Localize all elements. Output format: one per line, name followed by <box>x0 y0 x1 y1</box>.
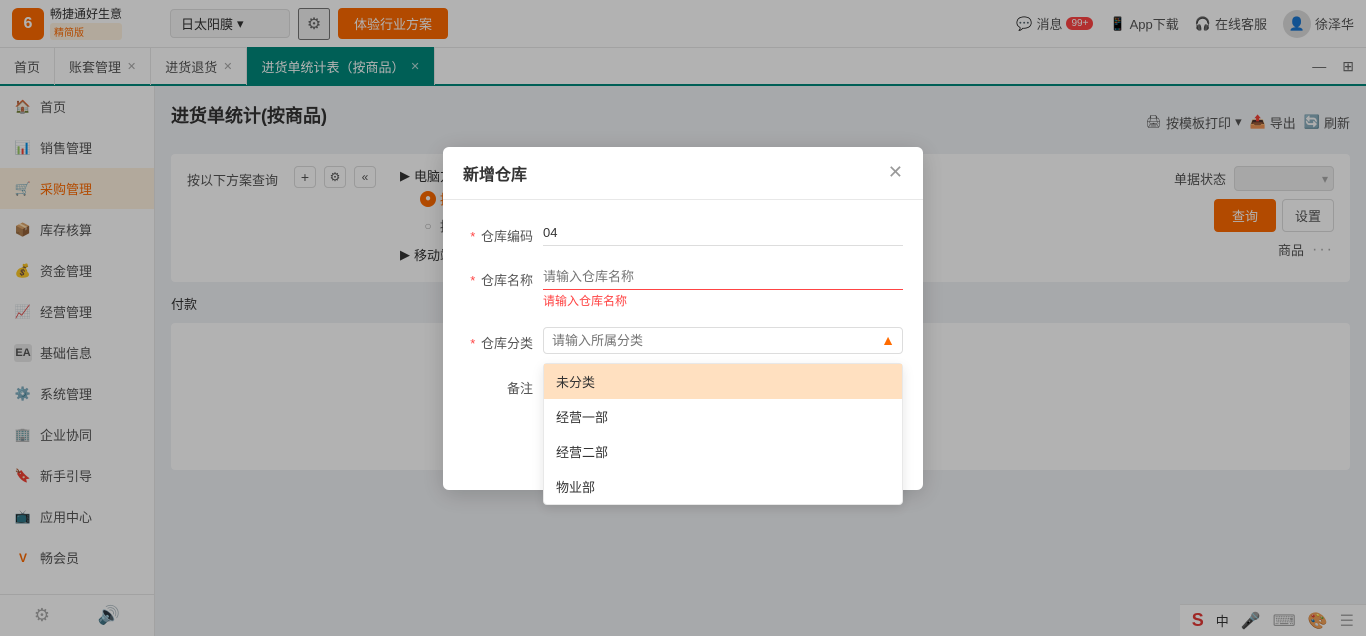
modal-close-button[interactable]: ✕ <box>888 162 903 183</box>
dropdown-item-uncategorized[interactable]: 未分类 <box>544 364 902 399</box>
name-input[interactable] <box>543 264 903 290</box>
category-select-wrap: ▲ <box>543 327 903 354</box>
modal-body: * 仓库编码 * 仓库名称 请输入仓库名称 <box>443 200 923 426</box>
category-label: * 仓库分类 <box>463 327 543 352</box>
name-label: * 仓库名称 <box>463 264 543 289</box>
modal-header: 新增仓库 ✕ <box>443 147 923 200</box>
category-control-wrap: ▲ 未分类 经营一部 经营二部 物业部 <box>543 327 903 354</box>
dropdown-item-ops2[interactable]: 经营二部 <box>544 434 902 469</box>
dropdown-item-ops1[interactable]: 经营一部 <box>544 399 902 434</box>
category-input[interactable] <box>543 327 903 354</box>
name-control-wrap: 请输入仓库名称 <box>543 264 903 309</box>
form-row-name: * 仓库名称 请输入仓库名称 <box>463 264 903 309</box>
code-control-wrap <box>543 220 903 246</box>
name-error-msg: 请输入仓库名称 <box>543 292 903 309</box>
notes-label: 备注 <box>463 372 543 397</box>
modal-title: 新增仓库 <box>463 161 527 185</box>
dropdown-item-property[interactable]: 物业部 <box>544 469 902 504</box>
form-row-code: * 仓库编码 <box>463 220 903 246</box>
code-label: * 仓库编码 <box>463 220 543 245</box>
code-input[interactable] <box>543 220 903 246</box>
modal-overlay: 新增仓库 ✕ * 仓库编码 * 仓库名称 <box>0 0 1366 636</box>
add-warehouse-modal: 新增仓库 ✕ * 仓库编码 * 仓库名称 <box>443 147 923 490</box>
category-dropdown: 未分类 经营一部 经营二部 物业部 <box>543 363 903 505</box>
form-row-category: * 仓库分类 ▲ 未分类 经营一部 经营二部 物业部 <box>463 327 903 354</box>
